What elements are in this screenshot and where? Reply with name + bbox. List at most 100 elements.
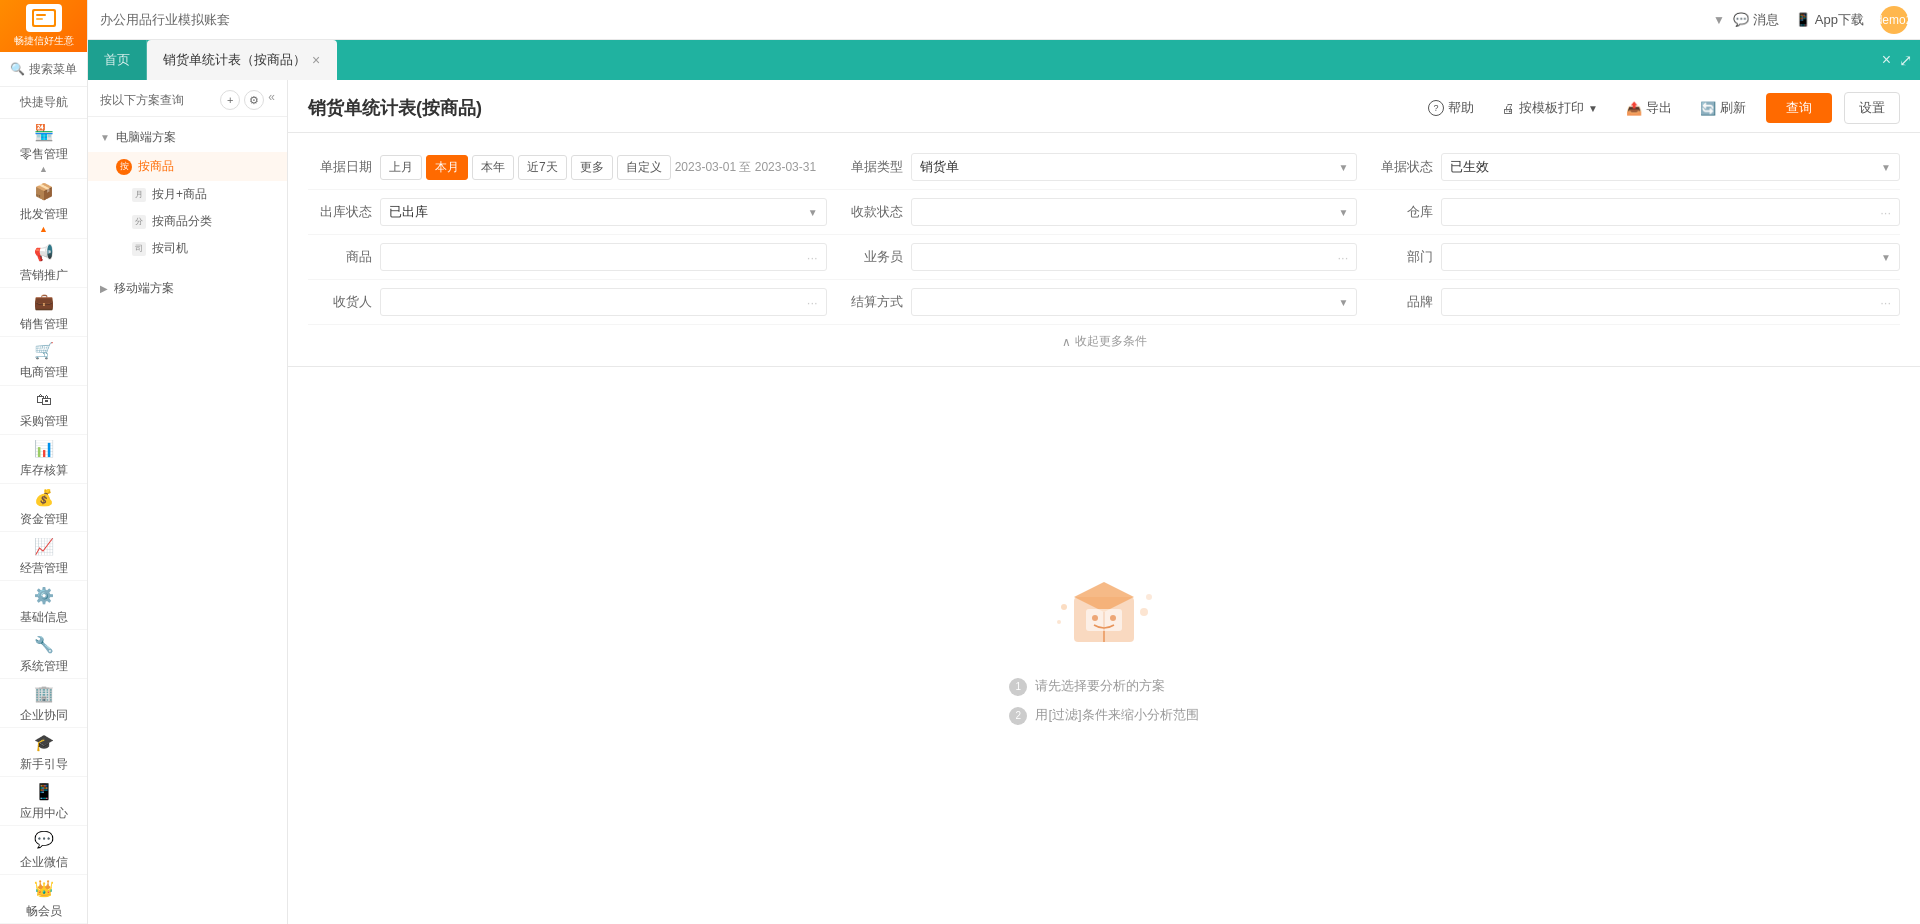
brand-dots[interactable]: ··· [1880,295,1891,310]
refresh-btn[interactable]: 🔄 刷新 [1692,95,1754,121]
receiver-dots[interactable]: ··· [807,295,818,310]
topbar-dropdown[interactable]: ▼ [1713,13,1725,27]
tree-item-by-month[interactable]: 月 按月+商品 [88,181,287,208]
sidebar-item-app-center[interactable]: 📱 应用中心 [0,777,88,826]
tree-item-by-product[interactable]: 按 按商品 [88,152,287,181]
refresh-label: 刷新 [1720,99,1746,117]
quick-nav[interactable]: 快捷导航 [0,87,88,119]
doctype-select[interactable]: 销货单 ▼ [911,153,1358,181]
salesman-input[interactable]: ··· [911,243,1358,271]
empty-state: 1 请先选择要分析的方案 2 用[过滤]条件来缩小分析范围 [288,367,1920,924]
enterprise-label: 企业协同 [20,707,68,724]
right-panel: 销货单统计表(按商品) ? 帮助 🖨 按模板打印 ▼ 📤 导出 [288,80,1920,924]
filter-docstatus-cell: 单据状态 已生效 ▼ [1369,145,1900,190]
date-more[interactable]: 更多 [571,155,613,180]
sidebar-item-vip[interactable]: 👑 畅会员 [0,875,88,924]
sidebar-item-inventory[interactable]: 📊 库存核算 [0,435,88,484]
docstatus-select[interactable]: 已生效 ▼ [1441,153,1900,181]
date-custom[interactable]: 自定义 [617,155,671,180]
by-category-label: 按商品分类 [152,213,212,230]
settlement-select[interactable]: ▼ [911,288,1358,316]
purchase-icon: 🛍 [36,389,52,411]
step1-text: 请先选择要分析的方案 [1035,677,1165,695]
filter-department-cell: 部门 ▼ [1369,235,1900,280]
sidebar-item-ecommerce[interactable]: 🛒 电商管理 [0,337,88,386]
sidebar-item-basic[interactable]: ⚙️ 基础信息 [0,581,88,630]
date-last-month[interactable]: 上月 [380,155,422,180]
receiver-input[interactable]: ··· [380,288,827,316]
warehouse-dots[interactable]: ··· [1880,205,1891,220]
settings-button[interactable]: 设置 [1844,92,1900,124]
sales-label: 销售管理 [20,316,68,333]
sidebar-item-system[interactable]: 🔧 系统管理 [0,630,88,679]
tab-sales-stat[interactable]: 销货单统计表（按商品） × [147,40,337,80]
help-btn[interactable]: ? 帮助 [1420,95,1482,121]
date-this-year[interactable]: 本年 [472,155,514,180]
department-select[interactable]: ▼ [1441,243,1900,271]
filter-brand-cell: 品牌 ··· [1369,280,1900,325]
filter-area: 单据日期 上月 本月 本年 近7天 更多 自定义 2023-03-01 至 20… [288,133,1920,367]
message-icon: 💬 [1733,12,1749,27]
tree-item-by-category[interactable]: 分 按商品分类 [88,208,287,235]
by-driver-label: 按司机 [152,240,188,257]
close-tab-btn[interactable]: × [312,53,320,67]
sidebar-item-operations[interactable]: 📈 经营管理 [0,532,88,581]
settlement-label: 结算方式 [839,293,911,311]
sidebar-item-marketing[interactable]: 📢 营销推广 [0,239,88,288]
tab-home[interactable]: 首页 [88,40,147,80]
maximize-btn[interactable]: ⤢ [1899,51,1912,70]
sidebar-item-purchase[interactable]: 🛍 采购管理 [0,386,88,435]
inventory-label: 库存核算 [20,462,68,479]
step2-num: 2 [1009,707,1027,725]
template-print-btn[interactable]: 🖨 按模板打印 ▼ [1494,95,1606,121]
marketing-icon: 📢 [34,242,54,264]
warehouse-input[interactable]: ··· [1441,198,1900,226]
collapse-panel-btn[interactable]: « [268,90,275,110]
add-scheme-btn[interactable]: + [220,90,240,110]
department-label: 部门 [1369,248,1441,266]
search-menu[interactable]: 🔍 搜索菜单 [0,52,88,87]
query-button[interactable]: 查询 [1766,93,1832,123]
app-logo[interactable]: 畅捷信好生意 [0,0,88,52]
collapse-up-icon: ∧ [1062,335,1071,349]
purchase-label: 采购管理 [20,413,68,430]
sidebar-item-wholesale[interactable]: 📦 批发管理 ▲ [0,179,88,239]
filter-doctype-cell: 单据类型 销货单 ▼ [839,145,1370,190]
newbie-label: 新手引导 [20,756,68,773]
docstatus-caret: ▼ [1881,162,1891,173]
close-window-btn[interactable]: × [1882,51,1891,69]
sidebar-item-enterprise[interactable]: 🏢 企业协同 [0,679,88,728]
stock-label: 出库状态 [308,203,380,221]
date-this-month[interactable]: 本月 [426,155,468,180]
pc-section: ▼ 电脑端方案 按 按商品 月 按月+商品 分 按商品分类 司 按司 [88,117,287,268]
sidebar-item-wechat[interactable]: 💬 企业微信 [0,826,88,875]
settings-scheme-btn[interactable]: ⚙ [244,90,264,110]
sidebar-item-newbie[interactable]: 🎓 新手引导 [0,728,88,777]
date-last-7-days[interactable]: 近7天 [518,155,567,180]
tree-item-by-driver[interactable]: 司 按司机 [88,235,287,262]
receipt-select[interactable]: ▼ [911,198,1358,226]
user-avatar[interactable]: demo2 [1880,6,1908,34]
filter-stock-cell: 出库状态 已出库 ▼ [308,190,839,235]
mobile-section-header[interactable]: ▶ 移动端方案 [88,274,287,303]
salesman-label: 业务员 [839,248,911,266]
salesman-dots[interactable]: ··· [1337,250,1348,265]
export-btn[interactable]: 📤 导出 [1618,95,1680,121]
product-input[interactable]: ··· [380,243,827,271]
brand-input[interactable]: ··· [1441,288,1900,316]
product-dots[interactable]: ··· [807,250,818,265]
search-icon: 🔍 [10,62,25,76]
stock-select[interactable]: 已出库 ▼ [380,198,827,226]
sidebar-item-retail[interactable]: 🏪 零售管理 ▲ [0,119,88,179]
pc-section-header[interactable]: ▼ 电脑端方案 [88,123,287,152]
sidebar-item-sales[interactable]: 💼 销售管理 [0,288,88,337]
help-icon: ? [1428,100,1444,116]
step1-num: 1 [1009,678,1027,696]
messages-btn[interactable]: 💬 消息 [1733,11,1779,29]
app-download-btn[interactable]: 📱 App下载 [1795,11,1864,29]
sidebar-item-finance[interactable]: 💰 资金管理 [0,484,88,533]
operations-icon: 📈 [34,536,54,558]
collapse-filter-btn[interactable]: ∧ 收起更多条件 [308,325,1900,354]
by-category-icon: 分 [132,215,146,229]
download-icon: 📱 [1795,12,1811,27]
